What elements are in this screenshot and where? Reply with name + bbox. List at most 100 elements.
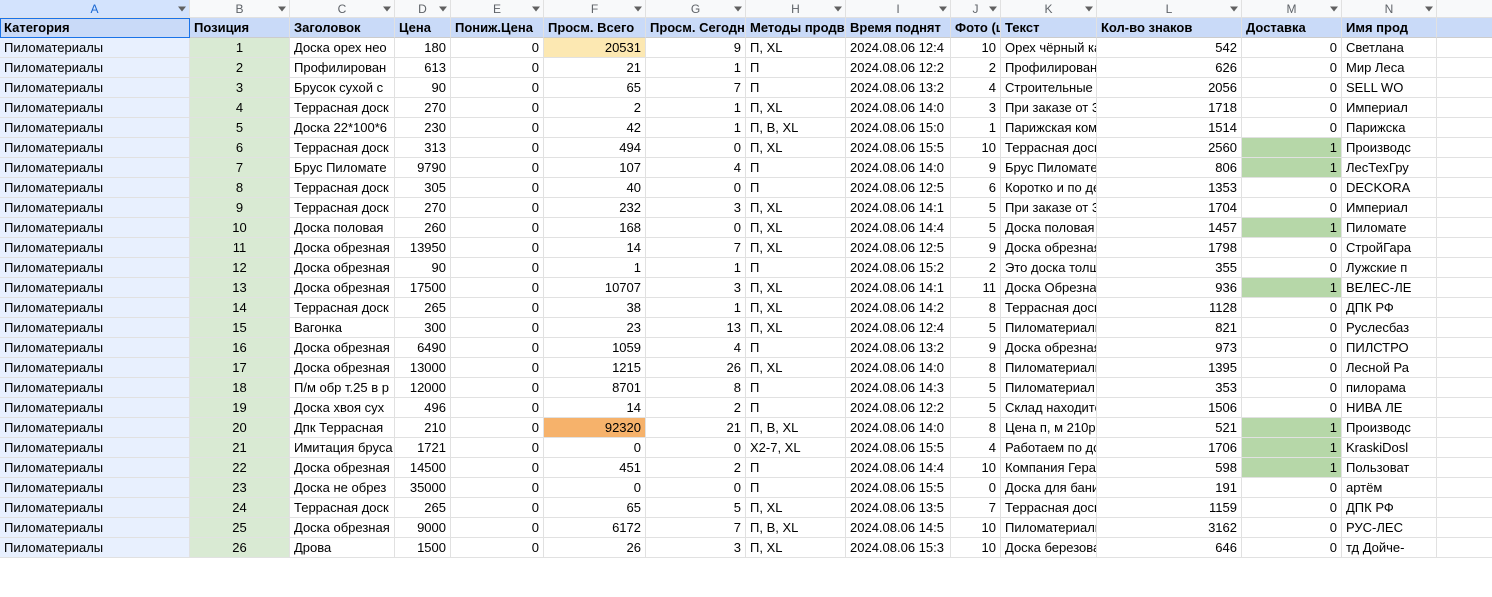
time-cell[interactable]: 2024.08.06 14:3 bbox=[846, 378, 951, 398]
table-header[interactable]: Позиция bbox=[190, 18, 290, 38]
photo-cell[interactable]: 4 bbox=[951, 78, 1001, 98]
time-cell[interactable]: 2024.08.06 15:5 bbox=[846, 438, 951, 458]
text-cell[interactable]: Пиломатериалы любы bbox=[1001, 358, 1097, 378]
delivery-cell[interactable]: 0 bbox=[1242, 338, 1342, 358]
blank-cell[interactable] bbox=[1437, 538, 1492, 558]
category-cell[interactable]: Пиломатериалы bbox=[0, 418, 190, 438]
photo-cell[interactable]: 10 bbox=[951, 138, 1001, 158]
promo-cell[interactable]: П, XL bbox=[746, 358, 846, 378]
position-cell[interactable]: 25 bbox=[190, 518, 290, 538]
category-cell[interactable]: Пиломатериалы bbox=[0, 118, 190, 138]
position-cell[interactable]: 11 bbox=[190, 238, 290, 258]
seller-cell[interactable]: артём bbox=[1342, 478, 1437, 498]
time-cell[interactable]: 2024.08.06 12:4 bbox=[846, 318, 951, 338]
position-cell[interactable]: 1 bbox=[190, 38, 290, 58]
category-cell[interactable]: Пиломатериалы bbox=[0, 378, 190, 398]
views-today-cell[interactable]: 5 bbox=[646, 498, 746, 518]
blank-cell[interactable] bbox=[1437, 298, 1492, 318]
position-cell[interactable]: 5 bbox=[190, 118, 290, 138]
category-cell[interactable]: Пиломатериалы bbox=[0, 318, 190, 338]
views-total-cell[interactable]: 0 bbox=[544, 438, 646, 458]
views-today-cell[interactable]: 0 bbox=[646, 478, 746, 498]
filter-icon[interactable] bbox=[734, 6, 742, 11]
promo-cell[interactable]: П, XL bbox=[746, 318, 846, 338]
promo-cell[interactable]: П, XL bbox=[746, 218, 846, 238]
text-cell[interactable]: Парижская коммуна — bbox=[1001, 118, 1097, 138]
filter-icon[interactable] bbox=[939, 6, 947, 11]
blank-cell[interactable] bbox=[1437, 198, 1492, 218]
blank-cell[interactable] bbox=[1437, 258, 1492, 278]
position-cell[interactable]: 16 bbox=[190, 338, 290, 358]
column-header-J[interactable]: J bbox=[951, 0, 1001, 18]
title-cell[interactable]: Террасная доск bbox=[290, 98, 395, 118]
chars-cell[interactable]: 1395 bbox=[1097, 358, 1242, 378]
title-cell[interactable]: Брусок сухой с bbox=[290, 78, 395, 98]
text-cell[interactable]: Террасная доска дпк п bbox=[1001, 498, 1097, 518]
blank-cell[interactable] bbox=[1437, 178, 1492, 198]
chars-cell[interactable]: 1514 bbox=[1097, 118, 1242, 138]
table-header[interactable]: Текст bbox=[1001, 18, 1097, 38]
views-today-cell[interactable]: 9 bbox=[646, 38, 746, 58]
lowprice-cell[interactable]: 0 bbox=[451, 298, 544, 318]
photo-cell[interactable]: 5 bbox=[951, 378, 1001, 398]
chars-cell[interactable]: 1457 bbox=[1097, 218, 1242, 238]
promo-cell[interactable]: П bbox=[746, 458, 846, 478]
title-cell[interactable]: Террасная доск bbox=[290, 498, 395, 518]
views-total-cell[interactable]: 10707 bbox=[544, 278, 646, 298]
title-cell[interactable]: Террасная доск bbox=[290, 198, 395, 218]
category-cell[interactable]: Пиломатериалы bbox=[0, 498, 190, 518]
text-cell[interactable]: Доска Обрезная — Ре bbox=[1001, 278, 1097, 298]
lowprice-cell[interactable]: 0 bbox=[451, 198, 544, 218]
time-cell[interactable]: 2024.08.06 15:5 bbox=[846, 478, 951, 498]
price-cell[interactable]: 9000 bbox=[395, 518, 451, 538]
delivery-cell[interactable]: 1 bbox=[1242, 438, 1342, 458]
category-cell[interactable]: Пиломатериалы bbox=[0, 238, 190, 258]
photo-cell[interactable]: 9 bbox=[951, 238, 1001, 258]
time-cell[interactable]: 2024.08.06 12:5 bbox=[846, 178, 951, 198]
views-today-cell[interactable]: 4 bbox=[646, 338, 746, 358]
lowprice-cell[interactable]: 0 bbox=[451, 38, 544, 58]
views-total-cell[interactable]: 92320 bbox=[544, 418, 646, 438]
chars-cell[interactable]: 1128 bbox=[1097, 298, 1242, 318]
views-total-cell[interactable]: 1 bbox=[544, 258, 646, 278]
price-cell[interactable]: 9790 bbox=[395, 158, 451, 178]
views-today-cell[interactable]: 1 bbox=[646, 118, 746, 138]
promo-cell[interactable]: X2-7, XL bbox=[746, 438, 846, 458]
category-cell[interactable]: Пиломатериалы bbox=[0, 198, 190, 218]
price-cell[interactable]: 13000 bbox=[395, 358, 451, 378]
chars-cell[interactable]: 521 bbox=[1097, 418, 1242, 438]
promo-cell[interactable]: П bbox=[746, 78, 846, 98]
photo-cell[interactable]: 11 bbox=[951, 278, 1001, 298]
photo-cell[interactable]: 1 bbox=[951, 118, 1001, 138]
delivery-cell[interactable]: 0 bbox=[1242, 258, 1342, 278]
price-cell[interactable]: 1721 bbox=[395, 438, 451, 458]
views-today-cell[interactable]: 7 bbox=[646, 238, 746, 258]
photo-cell[interactable]: 5 bbox=[951, 318, 1001, 338]
price-cell[interactable]: 313 bbox=[395, 138, 451, 158]
promo-cell[interactable]: П, XL bbox=[746, 538, 846, 558]
photo-cell[interactable]: 5 bbox=[951, 218, 1001, 238]
photo-cell[interactable]: 5 bbox=[951, 398, 1001, 418]
delivery-cell[interactable]: 0 bbox=[1242, 198, 1342, 218]
delivery-cell[interactable]: 0 bbox=[1242, 318, 1342, 338]
promo-cell[interactable]: П, XL bbox=[746, 278, 846, 298]
price-cell[interactable]: 265 bbox=[395, 298, 451, 318]
chars-cell[interactable]: 191 bbox=[1097, 478, 1242, 498]
chars-cell[interactable]: 1718 bbox=[1097, 98, 1242, 118]
blank-cell[interactable] bbox=[1437, 378, 1492, 398]
time-cell[interactable]: 2024.08.06 15:5 bbox=[846, 138, 951, 158]
text-cell[interactable]: Компания Гера произ bbox=[1001, 458, 1097, 478]
column-header-K[interactable]: K bbox=[1001, 0, 1097, 18]
seller-cell[interactable]: ДПК РФ bbox=[1342, 298, 1437, 318]
time-cell[interactable]: 2024.08.06 12:4 bbox=[846, 38, 951, 58]
lowprice-cell[interactable]: 0 bbox=[451, 98, 544, 118]
promo-cell[interactable]: П bbox=[746, 398, 846, 418]
lowprice-cell[interactable]: 0 bbox=[451, 418, 544, 438]
filter-icon[interactable] bbox=[439, 6, 447, 11]
time-cell[interactable]: 2024.08.06 12:2 bbox=[846, 398, 951, 418]
promo-cell[interactable]: П, В, XL bbox=[746, 418, 846, 438]
lowprice-cell[interactable]: 0 bbox=[451, 538, 544, 558]
time-cell[interactable]: 2024.08.06 13:2 bbox=[846, 338, 951, 358]
delivery-cell[interactable]: 0 bbox=[1242, 358, 1342, 378]
spreadsheet-grid[interactable]: ABCDEFGHIJKLMNКатегорияПозицияЗаголовокЦ… bbox=[0, 0, 1492, 558]
